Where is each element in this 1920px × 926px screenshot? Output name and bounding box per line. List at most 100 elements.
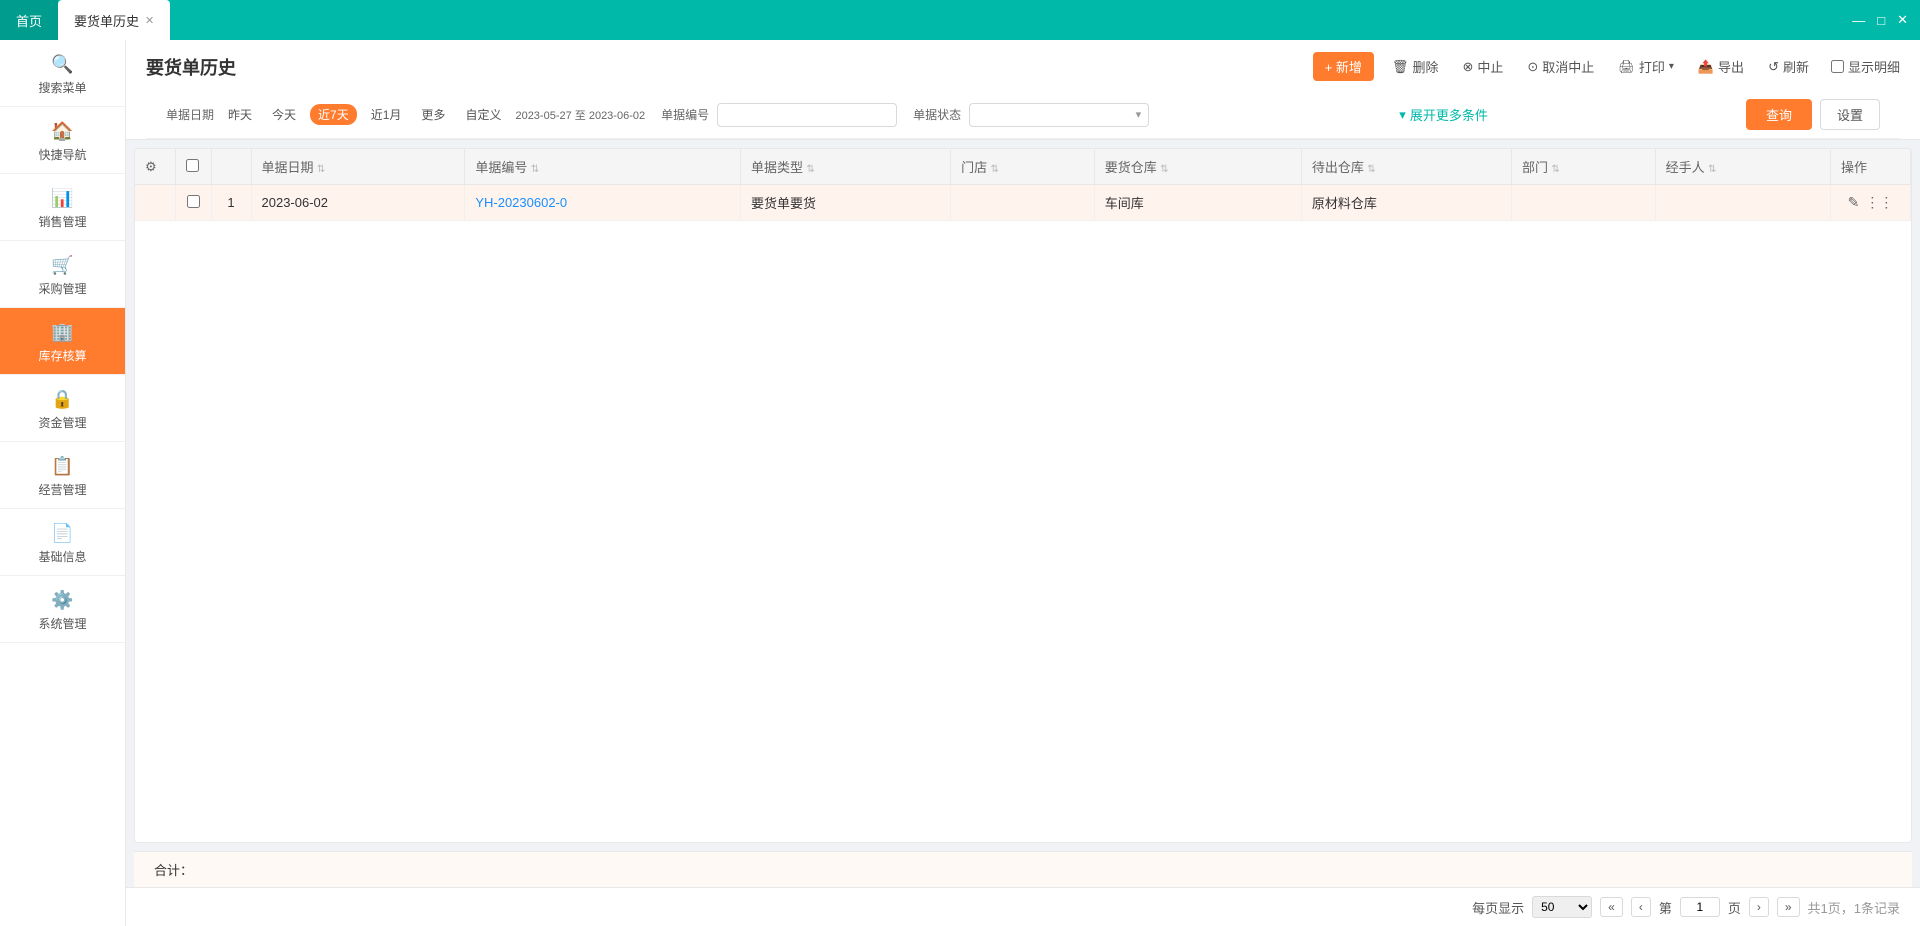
tab-close-icon[interactable]: ✕ bbox=[145, 14, 154, 27]
new-button[interactable]: + 新增 bbox=[1313, 52, 1374, 81]
toolbar: + 新增 🗑 删除 ⊗ 中止 ⊙ 取消中止 🖨 bbox=[1313, 52, 1900, 81]
total-label: 合计： bbox=[154, 860, 193, 879]
display-detail-toggle[interactable]: 显示明细 bbox=[1831, 57, 1900, 76]
settings-button[interactable]: 设置 bbox=[1820, 99, 1880, 130]
close-icon[interactable]: ✕ bbox=[1897, 12, 1908, 28]
page-title: 要货单历史 bbox=[146, 54, 236, 80]
sidebar-item-system[interactable]: ⚙️ 系统管理 bbox=[0, 576, 125, 643]
table-header: ⚙ 单据日期 ⇅ 单据编号 ⇅ bbox=[135, 149, 1911, 185]
col-doc-type-label: 单据类型 bbox=[751, 160, 803, 175]
row-num: 1 bbox=[211, 185, 251, 221]
page-label-suffix: 页 bbox=[1728, 898, 1741, 917]
sort-doc-no-icon: ⇅ bbox=[531, 164, 539, 175]
row-doc-no: YH-20230602-0 bbox=[465, 185, 741, 221]
col-settings: ⚙ bbox=[135, 149, 175, 185]
display-detail-checkbox[interactable] bbox=[1831, 60, 1844, 73]
row-more-icon[interactable]: ⋮⋮ bbox=[1865, 194, 1893, 211]
cancel-stop-button[interactable]: ⊙ 取消中止 bbox=[1521, 53, 1600, 80]
system-icon: ⚙️ bbox=[51, 590, 73, 611]
last-page-btn[interactable]: » bbox=[1777, 897, 1800, 917]
sidebar-item-inventory[interactable]: 🏢 库存核算 bbox=[0, 308, 125, 375]
sidebar-item-baseinfo[interactable]: 📄 基础信息 bbox=[0, 509, 125, 576]
print-button[interactable]: 🖨 打印 ▾ bbox=[1612, 53, 1680, 80]
col-req-warehouse[interactable]: 要货仓库 ⇅ bbox=[1094, 149, 1301, 185]
sidebar-label-inventory: 库存核算 bbox=[38, 347, 86, 364]
order-no-filter-group: 单据编号 bbox=[661, 103, 897, 127]
sidebar-label-quicknav: 快捷导航 bbox=[38, 146, 86, 163]
table-area: ⚙ 单据日期 ⇅ 单据编号 ⇅ bbox=[134, 148, 1912, 843]
col-pending-warehouse[interactable]: 待出仓库 ⇅ bbox=[1301, 149, 1511, 185]
table-row: 1 2023-06-02 YH-20230602-0 要货单要货 bbox=[135, 185, 1911, 221]
date-filter-group: 单据日期 昨天 今天 近7天 近1月 更多 自定义 2023-05-27 至 2… bbox=[166, 104, 645, 125]
sidebar-item-search-menu[interactable]: 🔍 搜索菜单 bbox=[0, 40, 125, 107]
page-label-prefix: 第 bbox=[1659, 898, 1672, 917]
delete-label: 删除 bbox=[1412, 57, 1438, 76]
stop-button[interactable]: ⊗ 中止 bbox=[1456, 53, 1509, 80]
first-page-btn[interactable]: « bbox=[1600, 897, 1623, 917]
tab-home-label: 首页 bbox=[16, 11, 42, 30]
date-btn-7days[interactable]: 近7天 bbox=[310, 104, 357, 125]
top-bar-controls: — □ ✕ bbox=[1852, 12, 1920, 28]
filter-row: 单据日期 昨天 今天 近7天 近1月 更多 自定义 2023-05-27 至 2… bbox=[146, 91, 1900, 139]
date-btn-more[interactable]: 更多 bbox=[415, 104, 451, 125]
top-bar: 首页 要货单历史 ✕ — □ ✕ bbox=[0, 0, 1920, 40]
row-edit-icon[interactable]: ✎ bbox=[1848, 194, 1860, 211]
row-checkbox[interactable] bbox=[187, 195, 200, 208]
select-all-checkbox[interactable] bbox=[186, 159, 199, 172]
next-page-btn[interactable]: › bbox=[1749, 897, 1769, 917]
date-btn-today[interactable]: 今天 bbox=[266, 104, 302, 125]
sidebar: 🔍 搜索菜单 🏠 快捷导航 📊 销售管理 🛒 采购管理 🏢 库存核算 🔒 资金管… bbox=[0, 40, 126, 926]
stop-icon: ⊗ bbox=[1462, 59, 1473, 75]
status-filter-label: 单据状态 bbox=[913, 106, 961, 123]
status-select[interactable] bbox=[969, 103, 1149, 127]
page-size-label: 每页显示 bbox=[1472, 898, 1524, 917]
expand-more-btn[interactable]: ▾ 展开更多条件 bbox=[1399, 105, 1488, 124]
sort-handler-icon: ⇅ bbox=[1708, 164, 1716, 175]
date-btn-custom[interactable]: 自定义 bbox=[459, 104, 507, 125]
col-checkbox bbox=[175, 149, 211, 185]
sidebar-item-purchase[interactable]: 🛒 采购管理 bbox=[0, 241, 125, 308]
refresh-button[interactable]: ↺ 刷新 bbox=[1762, 53, 1815, 80]
col-doc-type[interactable]: 单据类型 ⇅ bbox=[740, 149, 950, 185]
col-doc-no[interactable]: 单据编号 ⇅ bbox=[465, 149, 741, 185]
sidebar-item-quick-nav[interactable]: 🏠 快捷导航 bbox=[0, 107, 125, 174]
col-settings-icon[interactable]: ⚙ bbox=[145, 159, 157, 174]
col-dept[interactable]: 部门 ⇅ bbox=[1512, 149, 1656, 185]
minimize-icon[interactable]: — bbox=[1852, 13, 1865, 28]
purchase-icon: 🛒 bbox=[51, 255, 73, 276]
page-number-input[interactable] bbox=[1680, 897, 1720, 917]
query-btn-label: 查询 bbox=[1766, 108, 1792, 123]
export-button[interactable]: 📤 导出 bbox=[1692, 53, 1750, 80]
maximize-icon[interactable]: □ bbox=[1877, 13, 1885, 28]
sidebar-label-purchase: 采购管理 bbox=[38, 280, 86, 297]
date-btn-yesterday[interactable]: 昨天 bbox=[222, 104, 258, 125]
col-doc-date-label: 单据日期 bbox=[262, 160, 314, 175]
sidebar-item-sales[interactable]: 📊 销售管理 bbox=[0, 174, 125, 241]
cancel-stop-label: 取消中止 bbox=[1542, 57, 1594, 76]
sidebar-item-operations[interactable]: 📋 经营管理 bbox=[0, 442, 125, 509]
col-shop-label: 门店 bbox=[961, 160, 987, 175]
col-doc-no-label: 单据编号 bbox=[475, 160, 527, 175]
col-handler[interactable]: 经手人 ⇅ bbox=[1655, 149, 1830, 185]
sort-req-warehouse-icon: ⇅ bbox=[1160, 164, 1168, 175]
expand-label: 展开更多条件 bbox=[1410, 105, 1488, 124]
delete-button[interactable]: 🗑 删除 bbox=[1386, 53, 1445, 80]
sidebar-item-capital[interactable]: 🔒 资金管理 bbox=[0, 375, 125, 442]
export-icon: 📤 bbox=[1698, 59, 1714, 75]
tab-order-history[interactable]: 要货单历史 ✕ bbox=[58, 0, 170, 40]
print-dropdown-icon: ▾ bbox=[1669, 61, 1674, 72]
prev-page-btn[interactable]: ‹ bbox=[1631, 897, 1651, 917]
row-doc-no-link[interactable]: YH-20230602-0 bbox=[475, 195, 567, 210]
order-no-input[interactable] bbox=[717, 103, 897, 127]
search-icon: 🔍 bbox=[51, 54, 73, 75]
date-btn-1month[interactable]: 近1月 bbox=[365, 104, 408, 125]
date-range-display: 2023-05-27 至 2023-06-02 bbox=[515, 107, 645, 123]
page-header: 要货单历史 + 新增 🗑 删除 ⊗ 中止 ⊙ 取消中止 bbox=[126, 40, 1920, 140]
col-shop[interactable]: 门店 ⇅ bbox=[951, 149, 1095, 185]
expand-icon: ▾ bbox=[1399, 107, 1406, 123]
page-size-select[interactable]: 50 100 200 bbox=[1532, 896, 1592, 918]
col-doc-date[interactable]: 单据日期 ⇅ bbox=[251, 149, 465, 185]
tab-home[interactable]: 首页 bbox=[0, 0, 58, 40]
sort-doc-date-icon: ⇅ bbox=[317, 164, 325, 175]
query-button[interactable]: 查询 bbox=[1746, 99, 1812, 130]
